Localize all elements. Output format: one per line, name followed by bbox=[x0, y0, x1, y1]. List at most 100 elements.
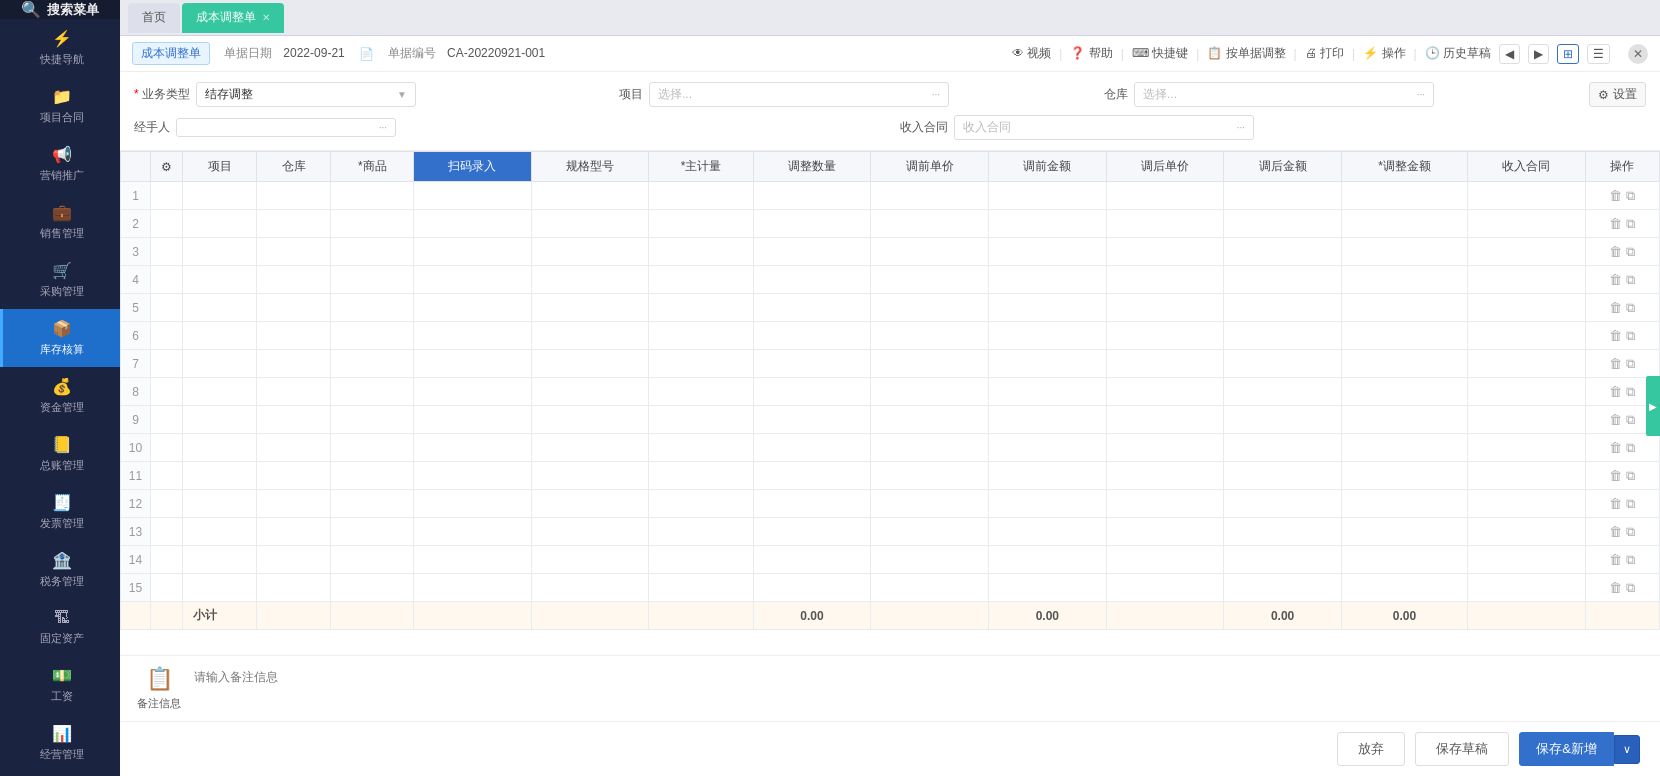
cell-unit-6[interactable] bbox=[649, 322, 753, 350]
cell-adjust_qty-7[interactable] bbox=[753, 350, 871, 378]
copy-icon-2[interactable]: ⧉ bbox=[1626, 216, 1635, 232]
cell-unit-8[interactable] bbox=[649, 378, 753, 406]
cell-before_price-10[interactable] bbox=[871, 434, 989, 462]
cell-adjust_qty-9[interactable] bbox=[753, 406, 871, 434]
cell-project-8[interactable] bbox=[183, 378, 257, 406]
cell-project-12[interactable] bbox=[183, 490, 257, 518]
cell-before_price-1[interactable] bbox=[871, 182, 989, 210]
cell-adjust_qty-10[interactable] bbox=[753, 434, 871, 462]
cell-adjust_amount-13[interactable] bbox=[1341, 518, 1467, 546]
delete-icon-3[interactable]: 🗑 bbox=[1609, 244, 1622, 259]
sidebar-item-project-contract[interactable]: 📁项目合同 bbox=[0, 77, 120, 135]
cell-before_price-8[interactable] bbox=[871, 378, 989, 406]
cell-after_price-5[interactable] bbox=[1106, 294, 1224, 322]
cell-before_amount-13[interactable] bbox=[989, 518, 1107, 546]
nav-prev-button[interactable]: ◀ bbox=[1499, 44, 1520, 64]
cell-income_contract-8[interactable] bbox=[1468, 378, 1586, 406]
sidebar-item-basic-info[interactable]: 🗂基础信息 bbox=[0, 772, 120, 776]
copy-icon-7[interactable]: ⧉ bbox=[1626, 356, 1635, 372]
cell-warehouse-14[interactable] bbox=[257, 546, 331, 574]
cell-before_price-15[interactable] bbox=[871, 574, 989, 602]
copy-icon-3[interactable]: ⧉ bbox=[1626, 244, 1635, 260]
cell-before_amount-15[interactable] bbox=[989, 574, 1107, 602]
cell-unit-3[interactable] bbox=[649, 238, 753, 266]
copy-icon-5[interactable]: ⧉ bbox=[1626, 300, 1635, 316]
cell-gear-1[interactable] bbox=[151, 182, 183, 210]
cell-after_price-2[interactable] bbox=[1106, 210, 1224, 238]
cell-adjust_amount-5[interactable] bbox=[1341, 294, 1467, 322]
cell-income_contract-15[interactable] bbox=[1468, 574, 1586, 602]
cell-project-6[interactable] bbox=[183, 322, 257, 350]
cell-adjust_qty-13[interactable] bbox=[753, 518, 871, 546]
cell-adjust_qty-6[interactable] bbox=[753, 322, 871, 350]
cell-adjust_qty-3[interactable] bbox=[753, 238, 871, 266]
cell-warehouse-13[interactable] bbox=[257, 518, 331, 546]
cell-goods-10[interactable] bbox=[331, 434, 414, 462]
delete-icon-10[interactable]: 🗑 bbox=[1609, 440, 1622, 455]
cell-after_amount-14[interactable] bbox=[1224, 546, 1342, 574]
cell-unit-13[interactable] bbox=[649, 518, 753, 546]
delete-icon-8[interactable]: 🗑 bbox=[1609, 384, 1622, 399]
close-button[interactable]: ✕ bbox=[1628, 44, 1648, 64]
cell-before_price-13[interactable] bbox=[871, 518, 989, 546]
cell-project-11[interactable] bbox=[183, 462, 257, 490]
cell-before_amount-7[interactable] bbox=[989, 350, 1107, 378]
cell-before_price-14[interactable] bbox=[871, 546, 989, 574]
cell-spec-1[interactable] bbox=[531, 182, 649, 210]
cell-income_contract-7[interactable] bbox=[1468, 350, 1586, 378]
cell-after_amount-8[interactable] bbox=[1224, 378, 1342, 406]
cell-before_amount-14[interactable] bbox=[989, 546, 1107, 574]
cell-scan-15[interactable] bbox=[414, 574, 532, 602]
cell-gear-10[interactable] bbox=[151, 434, 183, 462]
cell-warehouse-5[interactable] bbox=[257, 294, 331, 322]
cell-after_amount-4[interactable] bbox=[1224, 266, 1342, 294]
business-type-input[interactable]: 结存调整 ▼ bbox=[196, 82, 416, 107]
cell-adjust_amount-7[interactable] bbox=[1341, 350, 1467, 378]
cell-before_amount-12[interactable] bbox=[989, 490, 1107, 518]
cell-before_amount-5[interactable] bbox=[989, 294, 1107, 322]
cell-goods-15[interactable] bbox=[331, 574, 414, 602]
cell-adjust_qty-4[interactable] bbox=[753, 266, 871, 294]
cell-adjust_amount-2[interactable] bbox=[1341, 210, 1467, 238]
cell-income_contract-6[interactable] bbox=[1468, 322, 1586, 350]
cell-before_price-5[interactable] bbox=[871, 294, 989, 322]
sidebar-item-invoice-management[interactable]: 🧾发票管理 bbox=[0, 483, 120, 541]
sidebar-item-sales-promotion[interactable]: 📢营销推广 bbox=[0, 135, 120, 193]
discard-button[interactable]: 放弃 bbox=[1337, 732, 1405, 766]
grid-view-icon[interactable]: ⊞ bbox=[1557, 44, 1579, 64]
cell-adjust_amount-1[interactable] bbox=[1341, 182, 1467, 210]
cell-before_price-3[interactable] bbox=[871, 238, 989, 266]
sidebar-item-sales-management[interactable]: 💼销售管理 bbox=[0, 193, 120, 251]
delete-icon-15[interactable]: 🗑 bbox=[1609, 580, 1622, 595]
cell-spec-12[interactable] bbox=[531, 490, 649, 518]
cell-scan-4[interactable] bbox=[414, 266, 532, 294]
sidebar-item-purchase-management[interactable]: 🛒采购管理 bbox=[0, 251, 120, 309]
cell-project-13[interactable] bbox=[183, 518, 257, 546]
cell-after_price-9[interactable] bbox=[1106, 406, 1224, 434]
cell-before_amount-6[interactable] bbox=[989, 322, 1107, 350]
copy-icon-10[interactable]: ⧉ bbox=[1626, 440, 1635, 456]
cell-warehouse-12[interactable] bbox=[257, 490, 331, 518]
cell-warehouse-1[interactable] bbox=[257, 182, 331, 210]
save-draft-button[interactable]: 保存草稿 bbox=[1415, 732, 1509, 766]
cell-unit-2[interactable] bbox=[649, 210, 753, 238]
cell-project-7[interactable] bbox=[183, 350, 257, 378]
view-action[interactable]: 👁 视频 bbox=[1012, 45, 1051, 62]
cell-adjust_amount-15[interactable] bbox=[1341, 574, 1467, 602]
cell-adjust_qty-1[interactable] bbox=[753, 182, 871, 210]
cell-unit-12[interactable] bbox=[649, 490, 753, 518]
cell-before_price-7[interactable] bbox=[871, 350, 989, 378]
cell-after_amount-15[interactable] bbox=[1224, 574, 1342, 602]
cell-income_contract-10[interactable] bbox=[1468, 434, 1586, 462]
cell-after_price-7[interactable] bbox=[1106, 350, 1224, 378]
cell-unit-4[interactable] bbox=[649, 266, 753, 294]
cell-project-5[interactable] bbox=[183, 294, 257, 322]
nav-next-button[interactable]: ▶ bbox=[1528, 44, 1549, 64]
cell-scan-11[interactable] bbox=[414, 462, 532, 490]
cell-unit-5[interactable] bbox=[649, 294, 753, 322]
cell-income_contract-5[interactable] bbox=[1468, 294, 1586, 322]
cell-after_price-3[interactable] bbox=[1106, 238, 1224, 266]
cell-project-15[interactable] bbox=[183, 574, 257, 602]
cell-goods-1[interactable] bbox=[331, 182, 414, 210]
cell-after_price-14[interactable] bbox=[1106, 546, 1224, 574]
